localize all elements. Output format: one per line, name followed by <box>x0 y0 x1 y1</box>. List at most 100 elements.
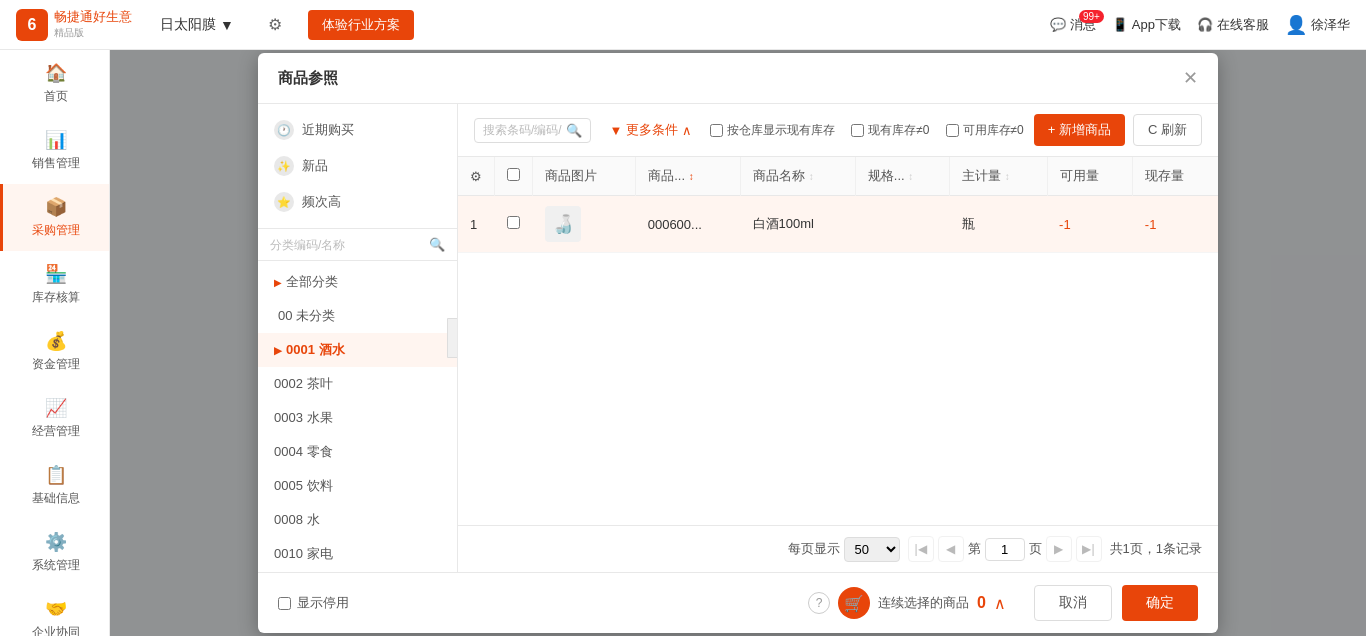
col-available[interactable]: 可用量 <box>1047 157 1133 196</box>
category-0001[interactable]: ▶ 0001 酒水 <box>258 333 457 367</box>
select-all-checkbox[interactable] <box>507 168 520 181</box>
check-usable-input[interactable] <box>946 124 959 137</box>
home-icon: 🏠 <box>45 62 67 84</box>
sidebar-item-inventory[interactable]: 🏪 库存核算 <box>0 251 109 318</box>
messages-item[interactable]: 💬 消息 99+ <box>1050 16 1096 34</box>
check-inventory-label[interactable]: 现有库存≠0 <box>851 122 929 139</box>
quick-tab-new-label: 新品 <box>302 157 328 175</box>
category-name-0008: 0008 水 <box>274 511 320 529</box>
cancel-button[interactable]: 取消 <box>1034 585 1112 621</box>
app-download-item[interactable]: 📱 App下载 <box>1112 16 1181 34</box>
show-disabled-area: 显示停用 <box>278 594 349 612</box>
category-search-input[interactable] <box>270 238 423 252</box>
modal-body: 🕐 近期购买 ✨ 新品 ⭐ 频次高 <box>258 104 1218 572</box>
table-row[interactable]: 1 🍶 000600... <box>458 196 1218 253</box>
category-0002[interactable]: 0002 茶叶 <box>258 367 457 401</box>
filter-btn[interactable]: ▼ 更多条件 ∧ <box>601 117 700 143</box>
quick-tab-frequent[interactable]: ⭐ 频次高 <box>258 184 457 220</box>
category-0005[interactable]: 0005 饮料 <box>258 469 457 503</box>
modal-close-button[interactable]: ✕ <box>1183 67 1198 89</box>
finance-icon: 💰 <box>45 330 67 352</box>
sidebar-item-system[interactable]: ⚙️ 系统管理 <box>0 519 109 586</box>
category-0010[interactable]: 0010 家电 <box>258 537 457 571</box>
fold-btn[interactable]: ∧ <box>994 594 1006 613</box>
collab-icon: 🤝 <box>45 598 67 620</box>
col-code-label: 商品... <box>648 168 688 183</box>
gear-button[interactable]: ⚙ <box>254 9 296 40</box>
col-code[interactable]: 商品... ↕ <box>636 157 741 196</box>
col-name[interactable]: 商品名称 ↕ <box>741 157 856 196</box>
col-checkbox[interactable] <box>495 157 533 196</box>
row-available: -1 <box>1059 217 1071 232</box>
sidebar-item-home[interactable]: 🏠 首页 <box>0 50 109 117</box>
category-list: ▶ 全部分类 00 未分类 ▶ 0001 酒水 <box>258 261 457 572</box>
quick-tab-new[interactable]: ✨ 新品 <box>258 148 457 184</box>
category-name-0001: 0001 酒水 <box>286 341 345 359</box>
cart-count: 0 <box>977 594 986 612</box>
col-spec[interactable]: 规格... ↕ <box>855 157 949 196</box>
category-0008[interactable]: 0008 水 <box>258 503 457 537</box>
product-search-input[interactable] <box>483 123 562 137</box>
online-service-label: 在线客服 <box>1217 16 1269 34</box>
col-settings[interactable]: ⚙ <box>458 157 495 196</box>
quick-tab-recent-label: 近期购买 <box>302 121 354 139</box>
category-uncategorized[interactable]: 00 未分类 <box>258 299 457 333</box>
purchase-icon: 📦 <box>45 196 67 218</box>
cart-icon-btn[interactable]: 🛒 <box>838 587 870 619</box>
show-disabled-checkbox[interactable] <box>278 597 291 610</box>
sidebar-item-collab[interactable]: 🤝 企业协同 <box>0 586 109 636</box>
filter-icon: ▼ <box>609 123 622 138</box>
page-number-input[interactable] <box>985 538 1025 561</box>
page-last-btn[interactable]: ▶| <box>1076 536 1102 562</box>
category-name-0003: 0003 水果 <box>274 409 333 427</box>
collapse-panel-btn[interactable]: 《 <box>447 318 458 358</box>
experience-btn[interactable]: 体验行业方案 <box>308 10 414 40</box>
quick-tab-recent[interactable]: 🕐 近期购买 <box>258 112 457 148</box>
check-usable-label[interactable]: 可用库存≠0 <box>946 122 1024 139</box>
page-size-select[interactable]: 20 50 100 200 <box>844 537 900 562</box>
col-image: 商品图片 <box>533 157 636 196</box>
logo-name: 畅捷通好生意 <box>54 9 132 26</box>
category-0003[interactable]: 0003 水果 <box>258 401 457 435</box>
sidebar-item-purchase[interactable]: 📦 采购管理 <box>0 184 109 251</box>
check-warehouse-input[interactable] <box>710 124 723 137</box>
page-navigation: |◀ ◀ 第 页 ▶ ▶| <box>908 536 1102 562</box>
check-inventory-input[interactable] <box>851 124 864 137</box>
sidebar-label-home: 首页 <box>44 88 68 105</box>
category-search-icon[interactable]: 🔍 <box>429 237 445 252</box>
system-icon: ⚙️ <box>45 531 67 553</box>
col-unit[interactable]: 主计量 ↕ <box>950 157 1047 196</box>
sidebar-item-operation[interactable]: 📈 经营管理 <box>0 385 109 452</box>
category-all[interactable]: ▶ 全部分类 <box>258 265 457 299</box>
filter-label: 更多条件 <box>626 121 678 139</box>
sidebar-item-basic[interactable]: 📋 基础信息 <box>0 452 109 519</box>
recent-icon: 🕐 <box>274 120 294 140</box>
add-product-btn[interactable]: + 新增商品 <box>1034 114 1125 146</box>
page-next-btn[interactable]: ▶ <box>1046 536 1072 562</box>
sidebar-item-sales[interactable]: 📊 销售管理 <box>0 117 109 184</box>
row-checkbox[interactable] <box>507 216 520 229</box>
refresh-btn[interactable]: C 刷新 <box>1133 114 1202 146</box>
row-checkbox-cell[interactable] <box>495 196 533 253</box>
category-0004[interactable]: 0004 零食 <box>258 435 457 469</box>
row-product-name: 白酒100ml <box>753 216 814 231</box>
category-all-label: 全部分类 <box>286 273 338 291</box>
category-name-0005: 0005 饮料 <box>274 477 333 495</box>
help-icon[interactable]: ? <box>808 592 830 614</box>
user-item[interactable]: 👤 徐泽华 <box>1285 14 1350 36</box>
sidebar: 🏠 首页 📊 销售管理 📦 采购管理 🏪 库存核算 💰 资金管理 📈 经营管理 … <box>0 50 110 636</box>
col-name-label: 商品名称 <box>753 168 809 183</box>
sort-name-icon: ↕ <box>809 171 814 182</box>
page-prev-btn[interactable]: ◀ <box>938 536 964 562</box>
product-search-icon[interactable]: 🔍 <box>566 123 582 138</box>
row-unit-cell: 瓶 <box>950 196 1047 253</box>
cart-label: 连续选择的商品 <box>878 594 969 612</box>
logo-sub: 精品版 <box>54 26 132 40</box>
check-warehouse-label[interactable]: 按仓库显示现有库存 <box>710 122 835 139</box>
page-first-btn[interactable]: |◀ <box>908 536 934 562</box>
online-service-item[interactable]: 🎧 在线客服 <box>1197 16 1269 34</box>
operation-icon: 📈 <box>45 397 67 419</box>
sidebar-item-finance[interactable]: 💰 资金管理 <box>0 318 109 385</box>
confirm-button[interactable]: 确定 <box>1122 585 1198 621</box>
store-selector[interactable]: 日太阳膜 ▼ <box>152 12 242 38</box>
